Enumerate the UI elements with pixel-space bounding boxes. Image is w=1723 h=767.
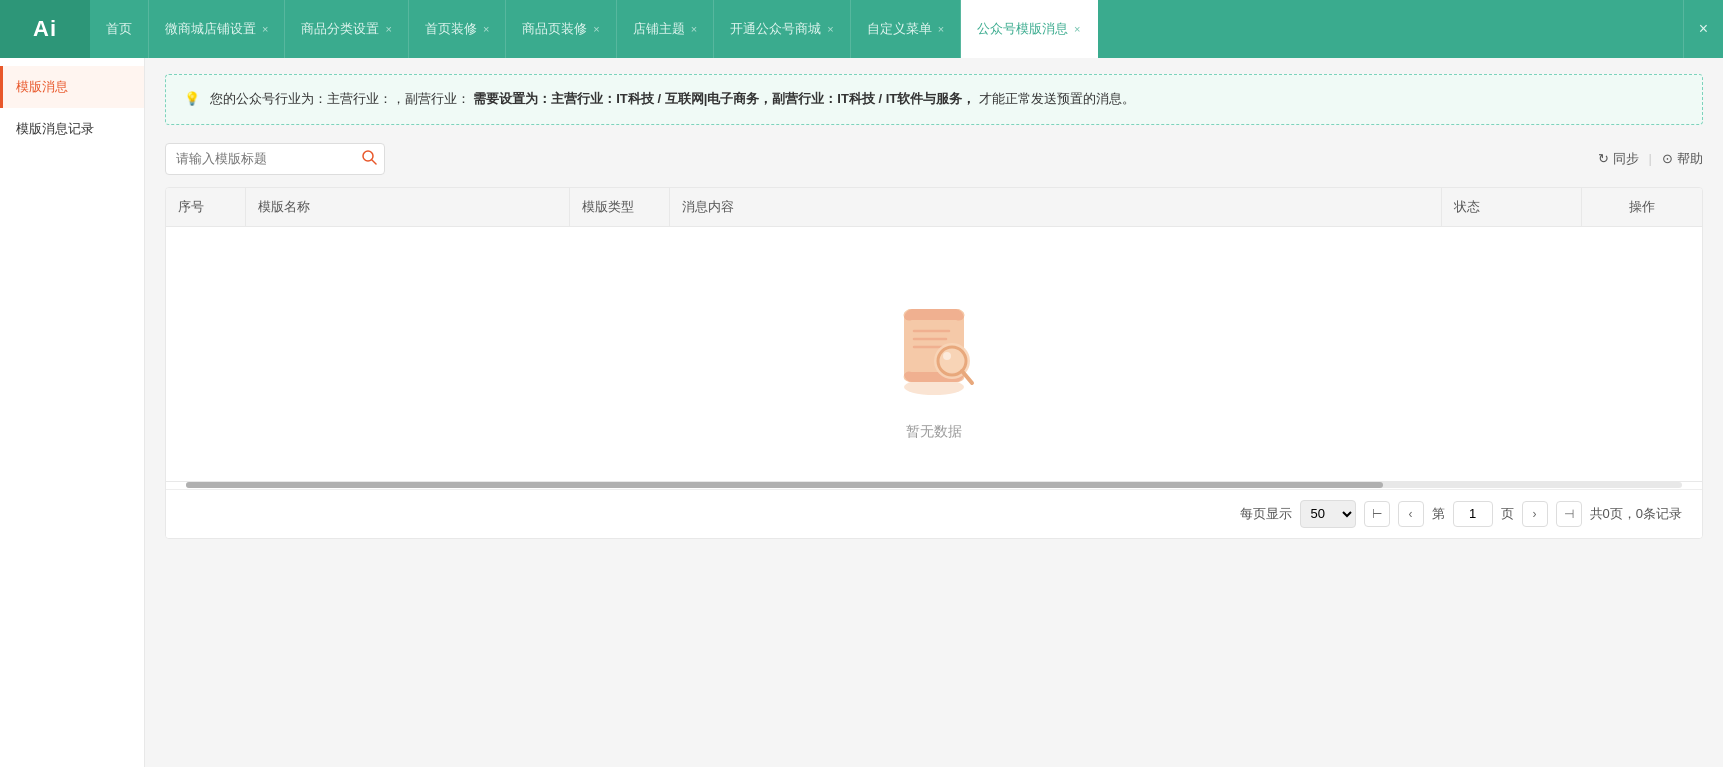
prev-page-button[interactable]: ‹	[1398, 501, 1424, 527]
nav-tab-close-6[interactable]: ×	[827, 23, 833, 35]
search-input-wrap	[165, 143, 385, 175]
nav-tab-close-5[interactable]: ×	[691, 23, 697, 35]
logo-text: Ai	[33, 16, 57, 42]
first-page-button[interactable]: ⊢	[1364, 501, 1390, 527]
col-header-content: 消息内容	[670, 188, 1442, 226]
svg-point-9	[943, 352, 951, 360]
nav-tab-close-2[interactable]: ×	[385, 23, 391, 35]
nav-tab-6[interactable]: 开通公众号商城×	[714, 0, 850, 58]
nav-tabs: 首页微商城店铺设置×商品分类设置×首页装修×商品页装修×店铺主题×开通公众号商城…	[90, 0, 1683, 58]
col-header-seq: 序号	[166, 188, 246, 226]
page-label-pre: 第	[1432, 505, 1445, 523]
top-nav: Ai 首页微商城店铺设置×商品分类设置×首页装修×商品页装修×店铺主题×开通公众…	[0, 0, 1723, 58]
nav-tab-close-8[interactable]: ×	[1074, 23, 1080, 35]
help-button[interactable]: ⊙ 帮助	[1662, 150, 1703, 168]
sidebar: 模版消息模版消息记录	[0, 58, 145, 767]
notice-icon: 💡	[184, 91, 200, 106]
logo: Ai	[0, 0, 90, 58]
nav-tab-close-4[interactable]: ×	[593, 23, 599, 35]
nav-tab-8[interactable]: 公众号模版消息×	[961, 0, 1097, 58]
main-layout: 模版消息模版消息记录 💡 您的公众号行业为：主营行业：，副营行业： 需要设置为：…	[0, 58, 1723, 767]
empty-text: 暂无数据	[906, 423, 962, 441]
col-header-action: 操作	[1582, 188, 1702, 226]
search-button[interactable]	[362, 150, 377, 168]
help-icon: ⊙	[1662, 151, 1673, 166]
next-page-button[interactable]: ›	[1522, 501, 1548, 527]
close-all-button[interactable]: ×	[1683, 0, 1723, 58]
col-header-status: 状态	[1442, 188, 1582, 226]
col-header-type: 模版类型	[570, 188, 670, 226]
svg-line-1	[372, 160, 376, 164]
divider: |	[1649, 151, 1652, 166]
sync-button[interactable]: ↻ 同步	[1598, 150, 1639, 168]
nav-tab-5[interactable]: 店铺主题×	[617, 0, 714, 58]
nav-tab-3[interactable]: 首页装修×	[409, 0, 506, 58]
scrollbar-thumb	[186, 482, 1383, 488]
nav-tab-1[interactable]: 微商城店铺设置×	[149, 0, 285, 58]
nav-tab-close-3[interactable]: ×	[483, 23, 489, 35]
per-page-select[interactable]: 50 20 100	[1300, 500, 1356, 528]
nav-tab-close-1[interactable]: ×	[262, 23, 268, 35]
nav-tab-close-7[interactable]: ×	[938, 23, 944, 35]
page-input[interactable]	[1453, 501, 1493, 527]
col-header-name: 模版名称	[246, 188, 570, 226]
nav-tab-7[interactable]: 自定义菜单×	[851, 0, 961, 58]
search-bar: ↻ 同步 | ⊙ 帮助	[165, 143, 1703, 175]
sync-icon: ↻	[1598, 151, 1609, 166]
per-page-label: 每页显示	[1240, 505, 1292, 523]
scrollbar-track[interactable]	[186, 482, 1682, 488]
nav-tab-0[interactable]: 首页	[90, 0, 149, 58]
help-label: 帮助	[1677, 150, 1703, 168]
data-table: 序号 模版名称 模版类型 消息内容 状态 操作	[165, 187, 1703, 539]
search-input[interactable]	[165, 143, 385, 175]
nav-tab-2[interactable]: 商品分类设置×	[285, 0, 408, 58]
content-area: 💡 您的公众号行业为：主营行业：，副营行业： 需要设置为：主营行业：IT科技 /…	[145, 58, 1723, 767]
notice-text-suffix: 才能正常发送预置的消息。	[979, 91, 1135, 106]
notice-box: 💡 您的公众号行业为：主营行业：，副营行业： 需要设置为：主营行业：IT科技 /…	[165, 74, 1703, 125]
notice-highlight: 需要设置为：主营行业：IT科技 / 互联网|电子商务，副营行业：IT科技 / I…	[473, 91, 975, 106]
empty-illustration	[874, 287, 994, 407]
last-page-button[interactable]: ⊣	[1556, 501, 1582, 527]
table-header: 序号 模版名称 模版类型 消息内容 状态 操作	[166, 188, 1702, 227]
sync-label: 同步	[1613, 150, 1639, 168]
page-label-post: 页	[1501, 505, 1514, 523]
empty-state: 暂无数据	[166, 227, 1702, 481]
scrollbar-area	[166, 481, 1702, 489]
total-records: 共0页，0条记录	[1590, 505, 1682, 523]
notice-text-prefix: 您的公众号行业为：主营行业：，副营行业：	[210, 91, 470, 106]
nav-tab-4[interactable]: 商品页装修×	[506, 0, 616, 58]
sidebar-item-0[interactable]: 模版消息	[0, 66, 144, 108]
sidebar-item-1[interactable]: 模版消息记录	[0, 108, 144, 150]
pagination: 每页显示 50 20 100 ⊢ ‹ 第 页 › ⊣ 共0页，0条记录	[166, 489, 1702, 538]
toolbar-right: ↻ 同步 | ⊙ 帮助	[1598, 150, 1703, 168]
